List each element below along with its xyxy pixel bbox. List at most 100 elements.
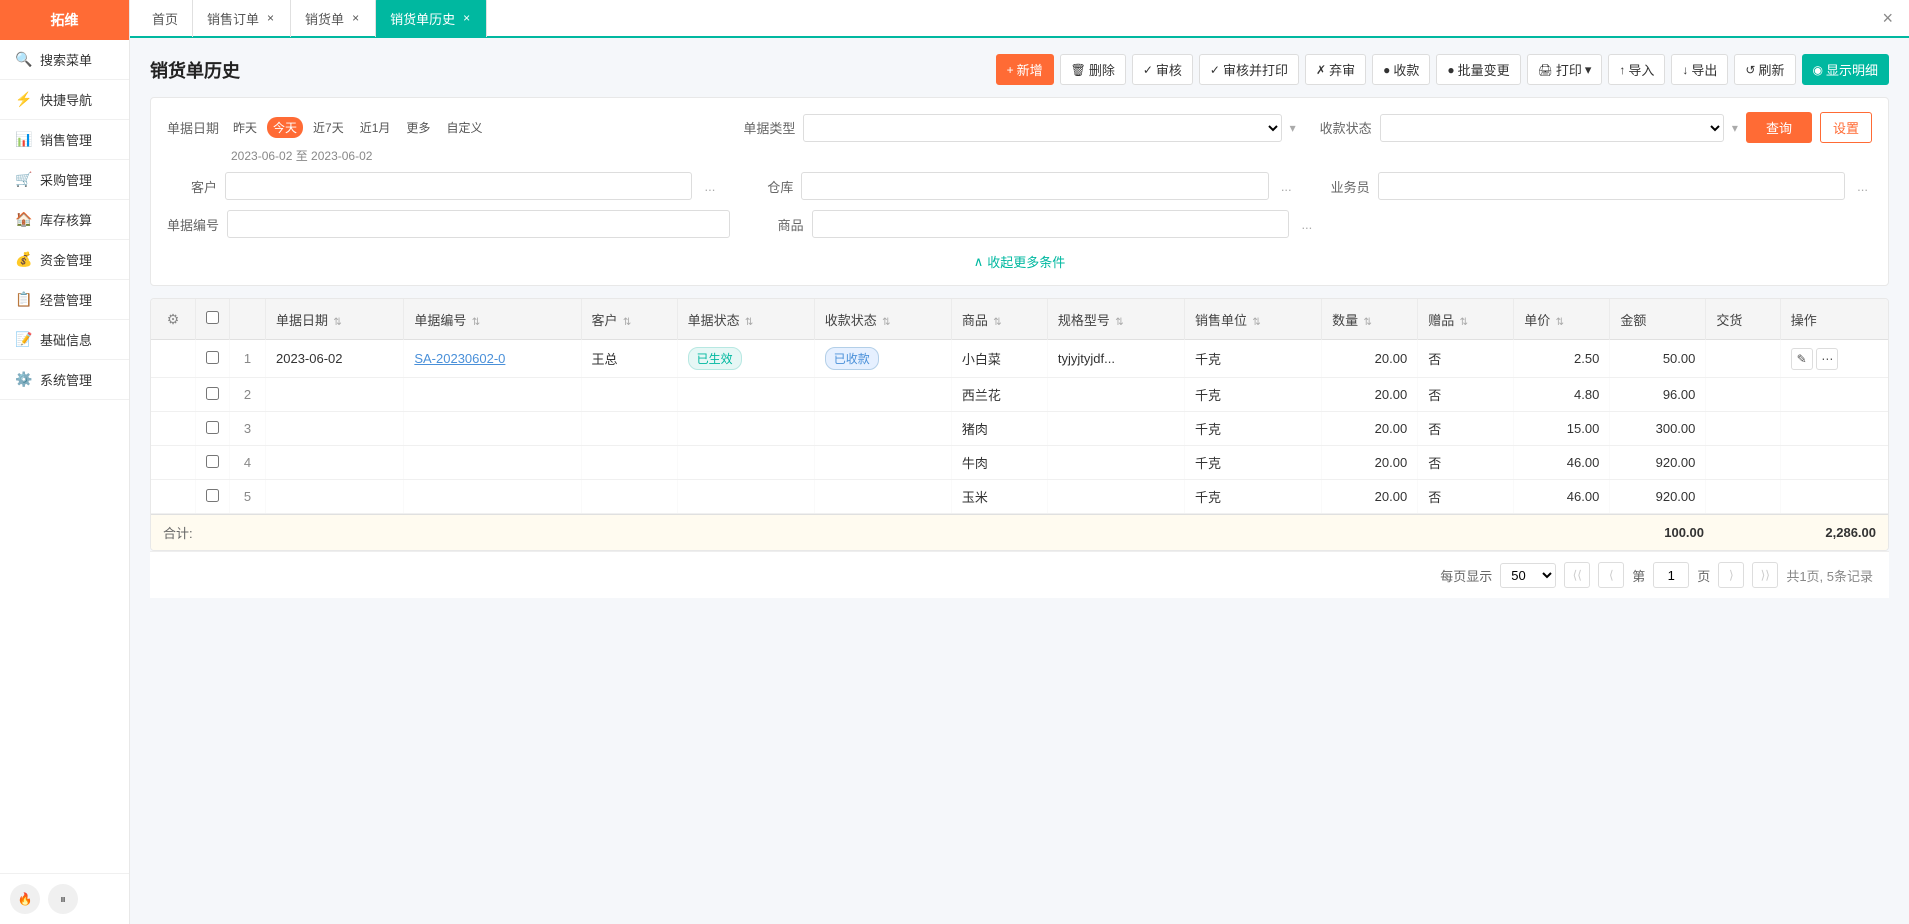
th-price[interactable]: 单价 ⇅ xyxy=(1514,299,1610,340)
collect-button[interactable]: ● 收款 xyxy=(1372,54,1430,85)
settings-button[interactable]: 设置 xyxy=(1820,112,1872,143)
page-size-select[interactable]: 50 100 200 xyxy=(1500,563,1556,588)
goods-input[interactable] xyxy=(812,210,1290,238)
salesperson-input[interactable] xyxy=(1378,172,1845,200)
collapse-btn[interactable]: ∧ 收起更多条件 xyxy=(167,248,1872,271)
td-spec-4 xyxy=(1047,480,1184,514)
delete-button[interactable]: 🗑 删除 xyxy=(1060,54,1126,85)
filter-group-docno: 单据编号 xyxy=(167,210,730,238)
customer-picker[interactable]: ... xyxy=(700,179,719,194)
batch-change-button[interactable]: ● 批量变更 xyxy=(1436,54,1520,85)
op-edit-btn-0[interactable]: ✎ xyxy=(1791,348,1813,370)
td-check-3 xyxy=(196,446,230,480)
export-button[interactable]: ↓ 导出 xyxy=(1671,54,1728,85)
sort-price-icon: ⇅ xyxy=(1556,317,1564,328)
th-doc-no[interactable]: 单据编号 ⇅ xyxy=(404,299,581,340)
sidebar-pause-btn[interactable]: ⏸ xyxy=(48,884,78,914)
sidebar-item-sys-mgmt[interactable]: ⚙️ 系统管理 xyxy=(0,360,129,400)
filter-group-customer: 客户 ... xyxy=(167,172,719,200)
refresh-button[interactable]: ↺ 刷新 xyxy=(1734,54,1795,85)
filter-group-date: 单据日期 昨天 今天 近7天 近1月 更多 自定义 xyxy=(167,117,719,138)
goods-picker[interactable]: ... xyxy=(1297,217,1316,232)
row-checkbox-3[interactable] xyxy=(206,455,219,468)
tab-sales-history-close[interactable]: × xyxy=(461,11,472,25)
row-checkbox-2[interactable] xyxy=(206,421,219,434)
sidebar-item-purchase-mgmt[interactable]: 🛒 采购管理 xyxy=(0,160,129,200)
audit-button[interactable]: ✓ 审核 xyxy=(1132,54,1193,85)
shortcut-today[interactable]: 今天 xyxy=(267,117,303,138)
print-button[interactable]: 🖨 打印 ▾ xyxy=(1527,54,1603,85)
th-spec[interactable]: 规格型号 ⇅ xyxy=(1047,299,1184,340)
sort-customer-icon: ⇅ xyxy=(623,317,631,328)
sidebar-fire-btn[interactable]: 🔥 xyxy=(10,884,40,914)
tab-sales-delivery[interactable]: 销货单 × xyxy=(291,0,376,37)
shortcut-more[interactable]: 更多 xyxy=(400,117,436,138)
shortcut-7days[interactable]: 近7天 xyxy=(307,117,350,138)
show-detail-button[interactable]: ◉ 显示明细 xyxy=(1802,54,1890,85)
query-button[interactable]: 查询 xyxy=(1746,112,1812,143)
table-settings-gear[interactable]: ⚙ xyxy=(161,307,185,331)
import-button[interactable]: ↑ 导入 xyxy=(1608,54,1665,85)
shortcut-custom[interactable]: 自定义 xyxy=(440,117,488,138)
sort-qty-icon: ⇅ xyxy=(1364,317,1372,328)
th-qty[interactable]: 数量 ⇅ xyxy=(1322,299,1418,340)
pagination-row: 每页显示 50 100 200 ⟨⟨ ⟨ 第 页 ⟩ ⟩⟩ 共1页, 5条记录 xyxy=(150,551,1889,598)
docno-input[interactable] xyxy=(227,210,730,238)
row-checkbox-4[interactable] xyxy=(206,489,219,502)
shortcut-1month[interactable]: 近1月 xyxy=(354,117,397,138)
audit-print-button[interactable]: ✓ 审核并打印 xyxy=(1199,54,1299,85)
td-collect-status-3 xyxy=(814,446,951,480)
page-next-btn[interactable]: ⟩ xyxy=(1718,562,1744,588)
tab-sales-order[interactable]: 销售订单 × xyxy=(193,0,291,37)
sidebar-item-inventory[interactable]: 🏠 库存核算 xyxy=(0,200,129,240)
sidebar-item-basic-info[interactable]: 📝 基础信息 xyxy=(0,320,129,360)
page-prev-btn[interactable]: ⟨ xyxy=(1598,562,1624,588)
th-doc-date[interactable]: 单据日期 ⇅ xyxy=(266,299,404,340)
page-last-btn[interactable]: ⟩⟩ xyxy=(1752,562,1778,588)
window-close-btn[interactable]: × xyxy=(1874,8,1901,29)
td-doc-date-4 xyxy=(266,480,404,514)
doc-type-select[interactable] xyxy=(803,114,1281,142)
add-button[interactable]: + 新增 xyxy=(996,54,1054,85)
td-spec-3 xyxy=(1047,446,1184,480)
tab-sales-history[interactable]: 销货单历史 × xyxy=(376,0,487,37)
doc-no-link-0[interactable]: SA-20230602-0 xyxy=(414,351,505,366)
sidebar-logo: 拓维 xyxy=(0,0,129,40)
th-unit[interactable]: 销售单位 ⇅ xyxy=(1185,299,1322,340)
sidebar-item-sales-mgmt[interactable]: 📊 销售管理 xyxy=(0,120,129,160)
warehouse-label: 仓库 xyxy=(743,177,793,196)
sidebar-item-finance[interactable]: 💰 资金管理 xyxy=(0,240,129,280)
customer-input[interactable] xyxy=(225,172,692,200)
salesperson-picker[interactable]: ... xyxy=(1853,179,1872,194)
page-first-btn[interactable]: ⟨⟨ xyxy=(1564,562,1590,588)
table-body: 12023-06-02SA-20230602-0王总已生效已收款小白菜tyjyj… xyxy=(151,340,1888,514)
th-doc-status[interactable]: 单据状态 ⇅ xyxy=(677,299,814,340)
sidebar-item-search-menu[interactable]: 🔍 搜索菜单 xyxy=(0,40,129,80)
sales-mgmt-icon: 📊 xyxy=(16,132,32,148)
row-checkbox-0[interactable] xyxy=(206,351,219,364)
abandon-button[interactable]: ✗ 弃审 xyxy=(1305,54,1366,85)
shortcut-yesterday[interactable]: 昨天 xyxy=(227,117,263,138)
warehouse-picker[interactable]: ... xyxy=(1277,179,1296,194)
operations-icon: 📋 xyxy=(16,292,32,308)
page-input[interactable] xyxy=(1653,562,1689,588)
th-unit-label: 销售单位 xyxy=(1195,313,1247,328)
row-checkbox-1[interactable] xyxy=(206,387,219,400)
tab-sales-delivery-close[interactable]: × xyxy=(350,11,361,25)
op-more-btn-0[interactable]: ⋯ xyxy=(1816,348,1838,370)
th-collect-status[interactable]: 收款状态 ⇅ xyxy=(814,299,951,340)
tab-home[interactable]: 首页 xyxy=(138,0,193,37)
select-all-checkbox[interactable] xyxy=(206,311,219,324)
sidebar-item-quick-nav[interactable]: ⚡ 快捷导航 xyxy=(0,80,129,120)
th-gift[interactable]: 赠品 ⇅ xyxy=(1418,299,1514,340)
collect-status-select[interactable] xyxy=(1380,114,1724,142)
th-customer[interactable]: 客户 ⇅ xyxy=(581,299,677,340)
tab-sales-order-close[interactable]: × xyxy=(265,11,276,25)
td-doc-status-4 xyxy=(677,480,814,514)
warehouse-input[interactable] xyxy=(801,172,1268,200)
td-operation-0: ✎ ⋯ xyxy=(1780,340,1888,378)
doc-type-label: 单据类型 xyxy=(743,118,795,137)
sidebar-item-operations[interactable]: 📋 经营管理 xyxy=(0,280,129,320)
th-goods[interactable]: 商品 ⇅ xyxy=(951,299,1047,340)
td-operation-1 xyxy=(1780,378,1888,412)
